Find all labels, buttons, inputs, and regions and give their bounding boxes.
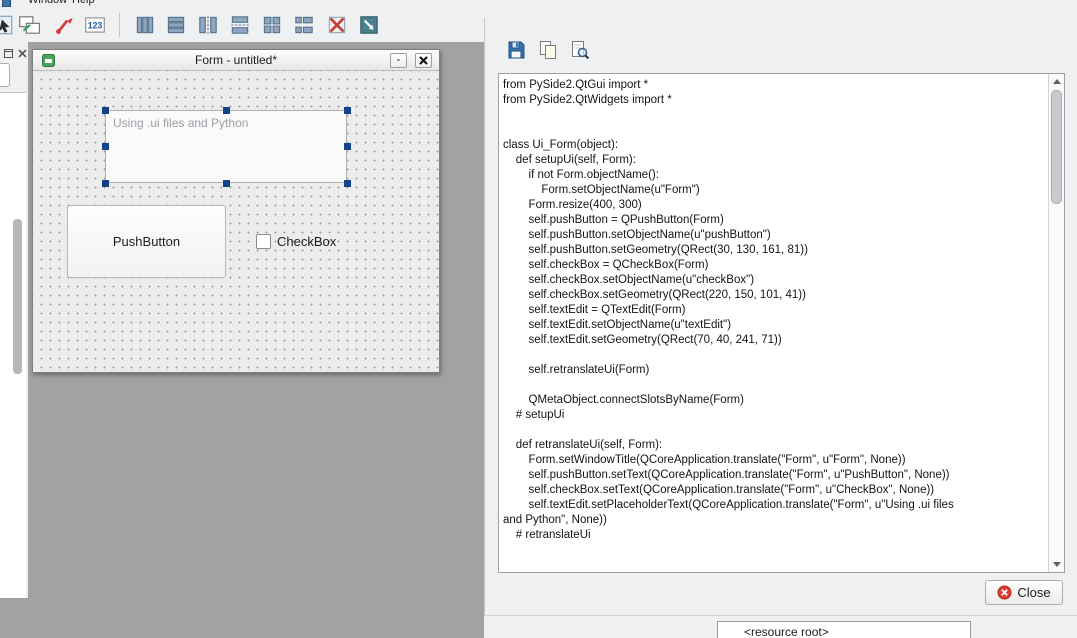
selection-handle-top-center[interactable] — [223, 107, 230, 114]
break-layout-icon[interactable] — [324, 12, 350, 38]
form-window-title: Form - untitled* — [195, 53, 277, 67]
scroll-down-icon[interactable] — [1049, 558, 1064, 571]
edit-signals-slots-icon[interactable] — [52, 12, 78, 38]
selection-handle-middle-left[interactable] — [102, 143, 109, 150]
pushbutton-widget[interactable]: PushButton — [67, 205, 226, 278]
app-icon — [2, 0, 11, 7]
resource-root-label: <resource root> — [718, 622, 970, 638]
textedit-placeholder: Using .ui files and Python — [106, 111, 346, 135]
checkbox-label: CheckBox — [277, 234, 336, 249]
save-icon[interactable] — [504, 38, 528, 62]
main-toolbar: 123 — [0, 9, 484, 42]
form-designer-window: Form - untitled* - Using .ui files and P… — [32, 49, 440, 373]
toolbar-separator — [119, 13, 120, 37]
selection-handle-bottom-center[interactable] — [223, 180, 230, 187]
svg-text:123: 123 — [88, 20, 103, 30]
widget-box-list[interactable] — [0, 92, 26, 598]
code-view[interactable]: from PySide2.QtGui import * from PySide2… — [498, 73, 1065, 573]
close-button-label: Close — [1017, 585, 1050, 600]
layout-vertical-icon[interactable] — [163, 12, 189, 38]
dock-close-icon[interactable] — [16, 47, 28, 59]
widget-filter-input[interactable] — [0, 63, 10, 87]
layout-grid-icon[interactable] — [259, 12, 285, 38]
edit-widgets-icon[interactable] — [0, 12, 16, 38]
layout-vertical-splitter-icon[interactable] — [227, 12, 253, 38]
close-red-icon — [997, 585, 1012, 600]
resource-root-item[interactable]: <resource root> — [717, 621, 971, 638]
form-canvas[interactable]: Using .ui files and Python PushButton Ch… — [33, 71, 439, 372]
generated-code: from PySide2.QtGui import * from PySide2… — [499, 74, 1048, 572]
selection-handle-middle-right[interactable] — [344, 143, 351, 150]
dock-float-icon[interactable] — [2, 47, 14, 59]
menu-window[interactable]: Window — [28, 0, 67, 6]
resource-browser-panel: <resource root> — [484, 615, 1077, 638]
code-preview-dialog: from PySide2.QtGui import * from PySide2… — [484, 18, 1077, 615]
layout-horizontal-splitter-icon[interactable] — [195, 12, 221, 38]
form-window-titlebar[interactable]: Form - untitled* - — [33, 50, 439, 71]
adjust-size-icon[interactable] — [356, 12, 382, 38]
layout-form-icon[interactable] — [291, 12, 317, 38]
edit-buddies-icon[interactable] — [16, 12, 42, 38]
close-button[interactable]: Close — [985, 580, 1063, 605]
layout-horizontal-icon[interactable] — [132, 12, 158, 38]
textedit-widget[interactable]: Using .ui files and Python — [105, 110, 347, 183]
code-scrollbar[interactable] — [1048, 74, 1064, 572]
selection-handle-top-right[interactable] — [344, 107, 351, 114]
find-icon[interactable] — [568, 38, 592, 62]
form-window-icon — [42, 54, 55, 72]
qt-designer-window: Window Help — [0, 0, 1077, 638]
menubar: Window Help — [0, 0, 1077, 9]
code-scrollbar-thumb[interactable] — [1051, 90, 1062, 204]
selection-handle-bottom-right[interactable] — [344, 180, 351, 187]
minimize-button[interactable]: - — [390, 53, 407, 68]
copy-icon[interactable] — [536, 38, 560, 62]
close-window-button[interactable] — [415, 53, 432, 68]
selection-handle-top-left[interactable] — [102, 107, 109, 114]
edit-tab-order-icon[interactable]: 123 — [82, 12, 108, 38]
checkbox-widget[interactable]: CheckBox — [256, 233, 336, 249]
widget-box-dock — [0, 42, 28, 598]
selection-handle-bottom-left[interactable] — [102, 180, 109, 187]
widget-box-scrollbar[interactable] — [13, 219, 22, 374]
menu-help[interactable]: Help — [72, 0, 95, 6]
checkbox-box — [256, 234, 271, 249]
scroll-up-icon[interactable] — [1049, 75, 1064, 88]
